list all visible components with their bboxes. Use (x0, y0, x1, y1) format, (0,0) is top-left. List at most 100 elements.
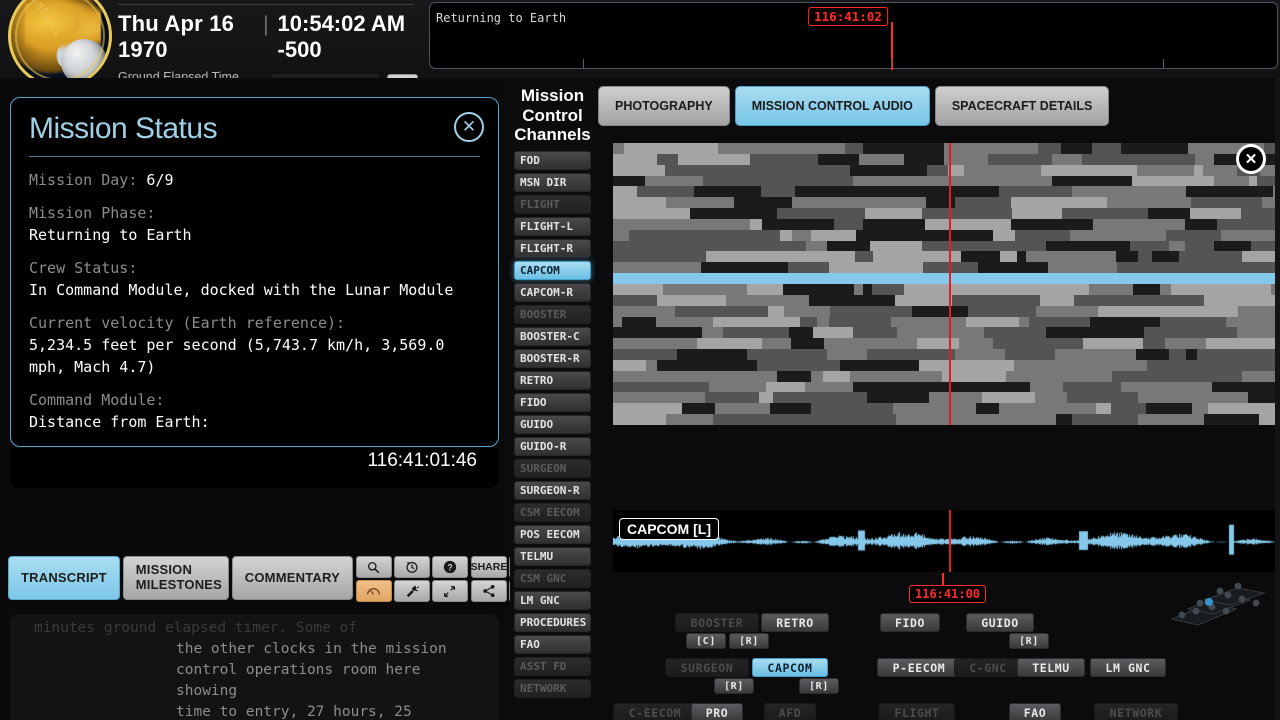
channel-item-surgeon-r[interactable]: SURGEON-R (514, 481, 591, 501)
station--r-[interactable]: [R] (714, 678, 754, 694)
channel-item-flight[interactable]: FLIGHT (514, 195, 591, 215)
history-icon[interactable] (393, 556, 430, 578)
activity-row (613, 316, 1280, 328)
share-icon[interactable] (470, 580, 507, 602)
station-lm-gnc[interactable]: LM GNC (1090, 658, 1166, 677)
station--r-[interactable]: [R] (1009, 633, 1049, 649)
activity-segment (1105, 381, 1122, 393)
station-guido[interactable]: GUIDO (966, 613, 1034, 632)
search-icon[interactable] (355, 556, 392, 578)
tab-commentary[interactable]: COMMENTARY (231, 556, 353, 600)
activity-segment (1054, 349, 1136, 360)
station-flight[interactable]: FLIGHT (879, 703, 955, 720)
activity-segment (922, 175, 1020, 187)
tab-mission-milestones[interactable]: MISSION MILESTONES (122, 556, 229, 600)
activity-segment (928, 316, 966, 328)
tab-transcript[interactable]: TRANSCRIPT (8, 556, 120, 600)
activity-row (613, 403, 1280, 415)
channel-item-retro[interactable]: RETRO (514, 371, 591, 391)
activity-segment (790, 338, 824, 350)
station-surgeon[interactable]: SURGEON (665, 658, 749, 677)
highlight-icon[interactable] (393, 580, 430, 602)
waveform-panel[interactable]: CAPCOM [L] (613, 510, 1280, 572)
mission-status-title: Mission Status (29, 112, 218, 145)
mission-control-room-3d-icon[interactable] (1166, 575, 1276, 631)
channel-item-pos-eecom[interactable]: POS EECOM (514, 525, 591, 545)
station-booster[interactable]: BOOSTER (675, 613, 759, 632)
mission-timeline[interactable]: Returning to Earth 116:41:02 (429, 2, 1278, 70)
channel-item-network[interactable]: NETWORK (514, 679, 591, 699)
channel-item-fido[interactable]: FIDO (514, 393, 591, 413)
channel-item-flight-r[interactable]: FLIGHT-R (514, 239, 591, 259)
station-network[interactable]: NETWORK (1094, 703, 1178, 720)
activity-segment (1034, 392, 1067, 404)
channel-item-guido-r[interactable]: GUIDO-R (514, 437, 591, 457)
activity-segment (895, 294, 953, 306)
channel-item-telmu[interactable]: TELMU (514, 547, 591, 567)
channel-item-lm-gnc[interactable]: LM GNC (514, 591, 591, 611)
activity-segment (844, 143, 864, 154)
station-capcom[interactable]: CAPCOM (752, 658, 828, 677)
waveform-playhead[interactable] (949, 510, 951, 572)
activity-segment (1152, 251, 1179, 263)
share-label[interactable]: SHARE (471, 556, 507, 578)
channel-item-surgeon[interactable]: SURGEON (514, 459, 591, 479)
activity-segment (1012, 208, 1062, 219)
activity-segment (613, 349, 677, 360)
activity-segment (757, 251, 855, 263)
station-pro[interactable]: PRO (691, 703, 743, 720)
channel-item-capcom-r[interactable]: CAPCOM-R (514, 283, 591, 303)
channel-item-csm-eecom[interactable]: CSM EECOM (514, 503, 591, 523)
channel-item-capcom[interactable]: CAPCOM (514, 261, 591, 281)
station--r-[interactable]: [R] (729, 633, 769, 649)
close-icon[interactable]: ✕ (454, 112, 484, 142)
channel-item-asst-fd[interactable]: ASST FD (514, 657, 591, 677)
activity-segment (1061, 208, 1149, 219)
activity-segment (757, 414, 854, 425)
channel-item-csm-gnc[interactable]: CSM GNC (514, 569, 591, 589)
channel-item-booster-c[interactable]: BOOSTER-C (514, 327, 591, 347)
timeline-tick (891, 59, 892, 68)
activity-segment (1098, 305, 1127, 317)
station--r-[interactable]: [R] (799, 678, 839, 694)
channel-item-msn-dir[interactable]: MSN DIR (514, 173, 591, 193)
station-fido[interactable]: FIDO (880, 613, 940, 632)
channel-item-procedures[interactable]: PROCEDURES (514, 613, 591, 633)
channel-item-booster-r[interactable]: BOOSTER-R (514, 349, 591, 369)
channel-activity-map[interactable] (613, 143, 1280, 425)
station--c-[interactable]: [C] (686, 633, 726, 649)
close-icon[interactable]: ✕ (1236, 144, 1266, 174)
activity-segment (870, 240, 923, 252)
channel-item-booster[interactable]: BOOSTER (514, 305, 591, 325)
activity-map-playhead[interactable] (949, 143, 951, 425)
activity-segment (1184, 218, 1217, 230)
activity-row (613, 327, 1280, 339)
tab-mission-control-audio[interactable]: MISSION CONTROL AUDIO (734, 86, 930, 126)
activity-segment (762, 338, 791, 350)
channel-list: FOD MSN DIR FLIGHT FLIGHT-L FLIGHT-R CAPCOM CA… (510, 151, 595, 699)
station-fao[interactable]: FAO (1009, 703, 1061, 720)
speed-gauge-icon[interactable] (355, 580, 392, 602)
channel-item-fod[interactable]: FOD (514, 151, 591, 171)
activity-segment (664, 164, 708, 176)
activity-segment (1107, 197, 1191, 209)
tab-mission-milestones-label: MISSION MILESTONES (135, 562, 223, 592)
help-icon[interactable]: ? (431, 556, 468, 578)
channel-item-fao[interactable]: FAO (514, 635, 591, 655)
station-c-eecom[interactable]: C-EECOM (613, 703, 697, 720)
channel-item-flight-l[interactable]: FLIGHT-L (514, 217, 591, 237)
channel-item-label: CSM GNC (520, 572, 567, 586)
activity-row (613, 359, 1280, 371)
expand-icon[interactable] (431, 580, 468, 602)
channel-item-guido[interactable]: GUIDO (514, 415, 591, 435)
transcript-panel[interactable]: minutes ground elapsed timer. Some of the… (10, 614, 499, 720)
station-c-gnc[interactable]: C-GNC (954, 658, 1022, 677)
station-retro[interactable]: RETRO (761, 613, 829, 632)
station-afd[interactable]: AFD (764, 703, 816, 720)
activity-segment (919, 186, 999, 198)
tab-spacecraft-details[interactable]: SPACECRAFT DETAILS (934, 86, 1110, 126)
vertical-scrollbar[interactable] (1275, 78, 1280, 720)
station-telmu[interactable]: TELMU (1017, 658, 1085, 677)
station-p-eecom[interactable]: P-EECOM (877, 658, 961, 677)
tab-photography[interactable]: PHOTOGRAPHY (598, 86, 730, 126)
